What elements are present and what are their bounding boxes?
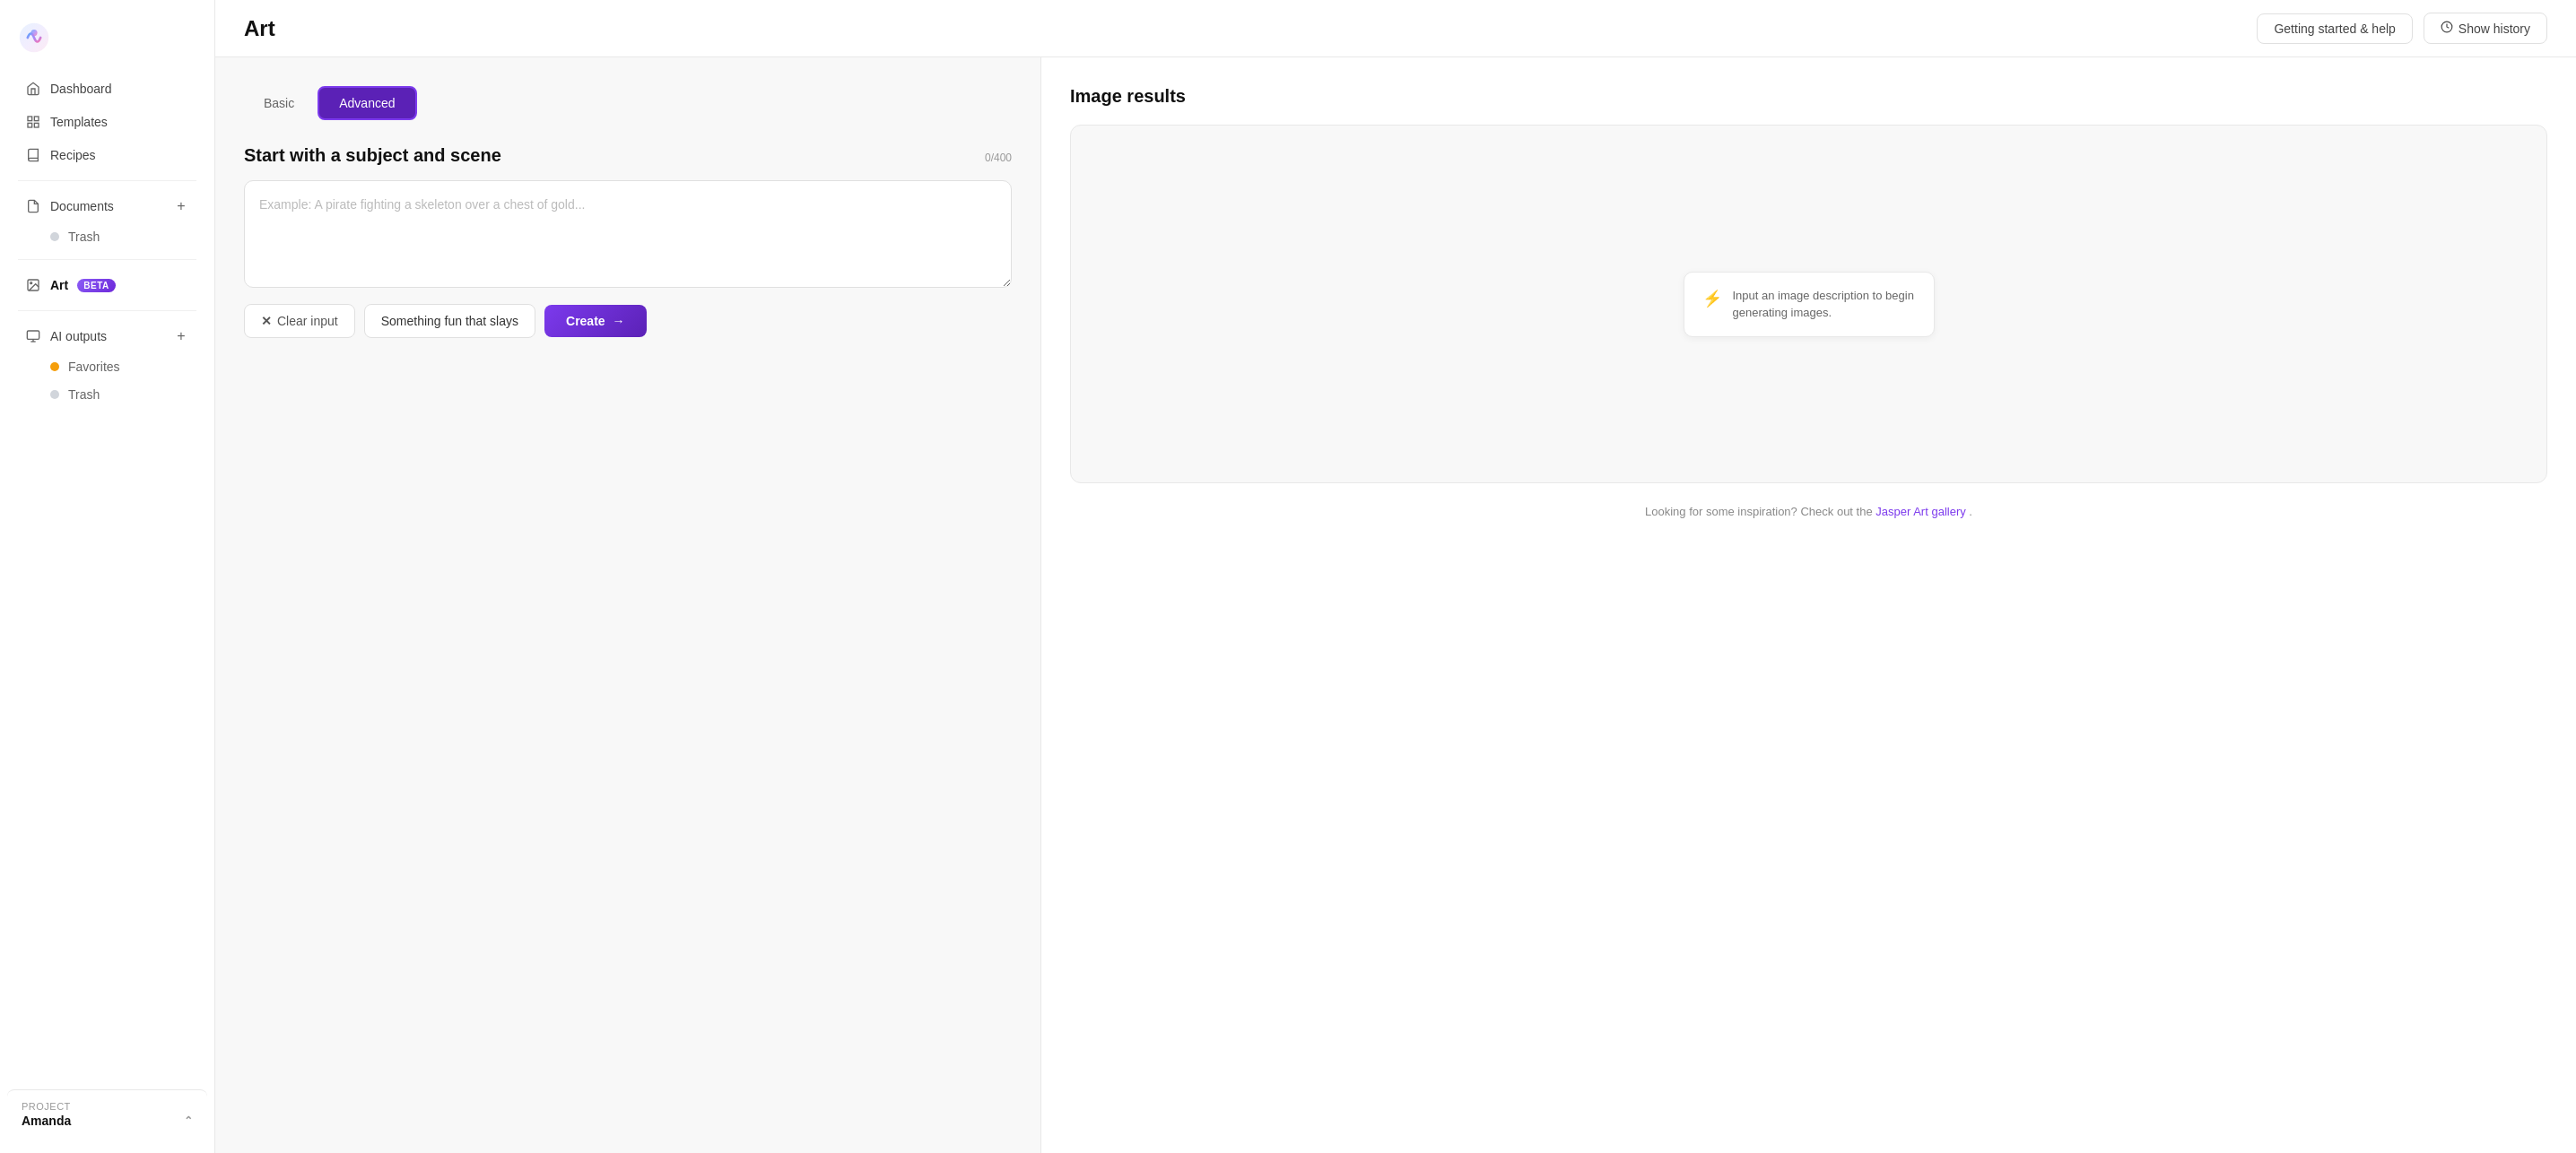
getting-started-label: Getting started & help — [2274, 22, 2395, 36]
show-history-label: Show history — [2459, 22, 2530, 36]
tab-basic[interactable]: Basic — [244, 86, 314, 120]
sidebar-item-ai-outputs-label: AI outputs — [50, 329, 107, 343]
sidebar-item-art[interactable]: Art BETA — [7, 269, 207, 301]
placeholder-text: Input an image description to begin gene… — [1733, 287, 1916, 322]
sidebar-item-documents-trash-label: Trash — [68, 230, 100, 244]
placeholder-message: ⚡ Input an image description to begin ge… — [1684, 272, 1935, 337]
right-panel: Image results ⚡ Input an image descripti… — [1040, 57, 2576, 1153]
sidebar-item-favorites[interactable]: Favorites — [7, 353, 207, 380]
svg-point-7 — [30, 282, 32, 284]
create-button[interactable]: Create → — [544, 305, 647, 337]
sidebar-item-art-label: Art — [50, 278, 68, 292]
top-header: Art Getting started & help Show history — [215, 0, 2576, 57]
sidebar-item-dashboard[interactable]: Dashboard — [7, 73, 207, 105]
dot-icon-ai-trash — [50, 390, 59, 399]
show-history-button[interactable]: Show history — [2424, 13, 2547, 44]
sidebar-item-documents[interactable]: Documents + — [7, 190, 207, 222]
sidebar-item-ai-outputs[interactable]: AI outputs + — [7, 320, 207, 352]
svg-rect-8 — [27, 331, 39, 339]
book-icon — [25, 147, 41, 163]
dot-icon-trash — [50, 232, 59, 241]
main-content: Art Getting started & help Show history … — [215, 0, 2576, 1153]
inspiration-text: Looking for some inspiration? Check out … — [1070, 505, 2547, 518]
dot-icon-favorites — [50, 362, 59, 371]
prompt-section: Start with a subject and scene 0/400 ✕ C… — [244, 145, 1012, 338]
grid-icon — [25, 114, 41, 130]
sidebar-item-trash[interactable]: Trash — [7, 381, 207, 408]
project-name: Amanda ⌃ — [22, 1114, 193, 1128]
document-icon — [25, 198, 41, 214]
action-row: ✕ Clear input Something fun that slays C… — [244, 304, 1012, 338]
clear-input-button[interactable]: ✕ Clear input — [244, 304, 355, 338]
sidebar-item-recipes[interactable]: Recipes — [7, 139, 207, 171]
svg-point-1 — [30, 30, 37, 36]
inspiration-link[interactable]: Jasper Art gallery — [1875, 505, 1965, 518]
sidebar-item-templates[interactable]: Templates — [7, 106, 207, 138]
plus-icon-documents[interactable]: + — [173, 198, 189, 214]
content-area: Basic Advanced Start with a subject and … — [215, 57, 2576, 1153]
tab-advanced[interactable]: Advanced — [318, 86, 416, 120]
arrow-icon: → — [613, 314, 625, 328]
left-panel: Basic Advanced Start with a subject and … — [215, 57, 1040, 1153]
svg-rect-5 — [34, 123, 39, 127]
sidebar-divider-3 — [18, 310, 196, 311]
clock-icon — [2441, 21, 2453, 36]
tab-group: Basic Advanced — [244, 86, 1012, 120]
prompt-textarea[interactable] — [244, 180, 1012, 288]
sidebar-item-documents-trash[interactable]: Trash — [7, 223, 207, 250]
prompt-section-title: Start with a subject and scene — [244, 145, 501, 166]
svg-rect-3 — [34, 117, 39, 121]
sidebar-nav: Dashboard Templates Recipes Documents + — [0, 72, 214, 1089]
create-label: Create — [566, 314, 605, 328]
sidebar-divider-2 — [18, 259, 196, 260]
ai-outputs-icon — [25, 328, 41, 344]
sidebar-item-recipes-label: Recipes — [50, 148, 96, 162]
results-title: Image results — [1070, 86, 2547, 107]
project-section[interactable]: PROJECT Amanda ⌃ — [7, 1089, 207, 1139]
fun-button-label: Something fun that slays — [381, 314, 518, 328]
page-title: Art — [244, 16, 275, 41]
plus-icon-ai-outputs[interactable]: + — [173, 328, 189, 344]
sidebar-item-trash-label: Trash — [68, 387, 100, 402]
x-icon: ✕ — [261, 314, 272, 328]
svg-rect-2 — [28, 117, 32, 121]
sidebar: Dashboard Templates Recipes Documents + — [0, 0, 215, 1153]
sidebar-item-documents-label: Documents — [50, 199, 114, 213]
chevron-icon: ⌃ — [184, 1114, 193, 1127]
sidebar-divider-1 — [18, 180, 196, 181]
sidebar-item-dashboard-label: Dashboard — [50, 82, 112, 96]
header-actions: Getting started & help Show history — [2257, 13, 2547, 44]
fun-button[interactable]: Something fun that slays — [364, 304, 535, 338]
project-label: PROJECT — [22, 1101, 193, 1112]
svg-rect-4 — [28, 123, 32, 127]
image-results-area: ⚡ Input an image description to begin ge… — [1070, 125, 2547, 483]
logo — [0, 14, 214, 72]
art-beta-badge: BETA — [77, 279, 115, 292]
getting-started-button[interactable]: Getting started & help — [2257, 13, 2412, 44]
sidebar-item-favorites-label: Favorites — [68, 360, 120, 374]
lightning-icon: ⚡ — [1702, 289, 1722, 308]
home-icon — [25, 81, 41, 97]
char-count: 0/400 — [985, 152, 1012, 164]
art-icon — [25, 277, 41, 293]
sidebar-item-templates-label: Templates — [50, 115, 108, 129]
clear-input-label: Clear input — [277, 314, 338, 328]
